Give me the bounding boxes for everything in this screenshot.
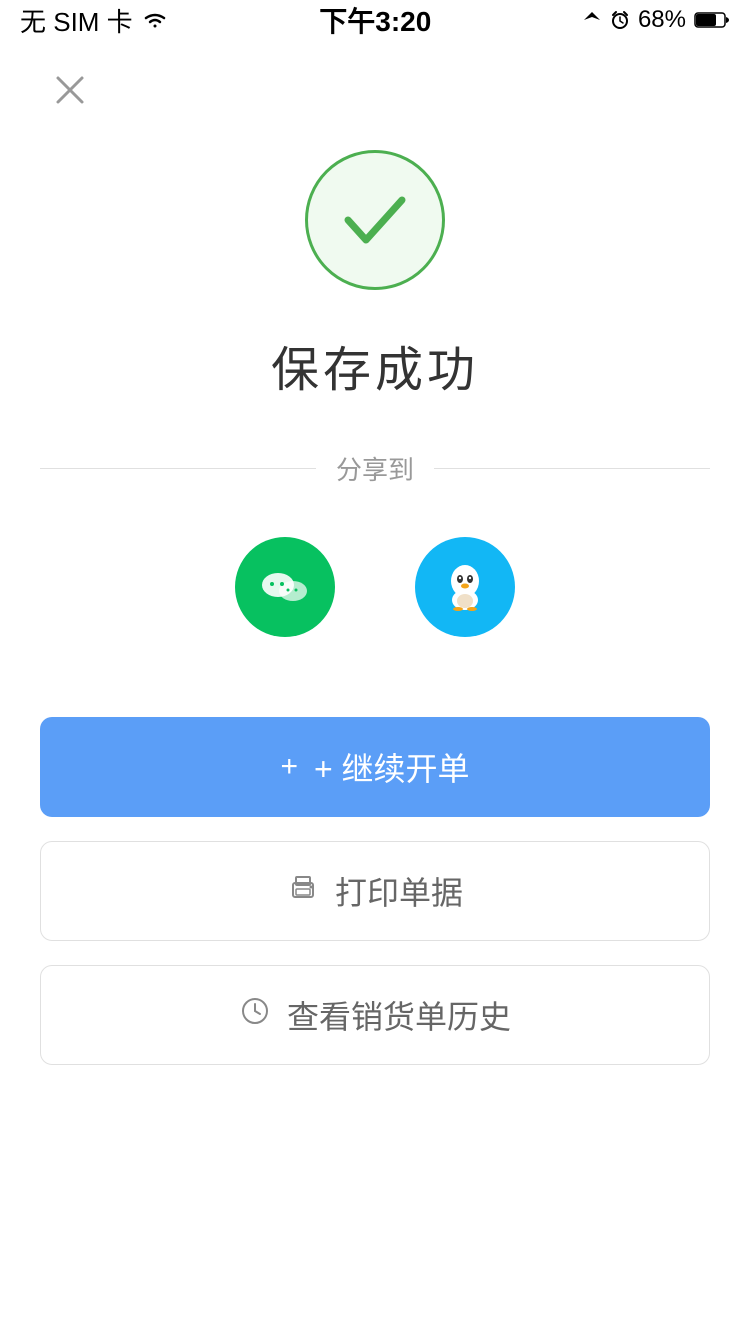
carrier-label: 无 SIM 卡 — [20, 2, 133, 39]
continue-label: + 继续开单 — [314, 744, 470, 790]
alarm-icon — [610, 10, 630, 30]
checkmark-icon — [340, 190, 410, 250]
battery-label: 68% — [638, 6, 686, 34]
action-buttons: + + 继续开单 打印单据 查看销货单历史 — [40, 717, 710, 1065]
status-right: 68% — [582, 6, 730, 34]
success-section: 保存成功 — [40, 150, 710, 400]
close-button[interactable] — [40, 60, 100, 120]
status-left: 无 SIM 卡 — [20, 2, 169, 39]
battery-icon — [694, 11, 730, 29]
history-label: 查看销货单历史 — [287, 992, 511, 1038]
history-button[interactable]: 查看销货单历史 — [40, 965, 710, 1065]
clock-icon — [239, 995, 271, 1035]
success-circle — [305, 150, 445, 290]
wifi-icon — [141, 10, 169, 30]
status-time: 下午3:20 — [319, 0, 431, 40]
close-icon — [52, 72, 88, 108]
qq-icon — [435, 557, 495, 617]
share-section — [40, 537, 710, 637]
wechat-share-button[interactable] — [235, 537, 335, 637]
wechat-icon — [255, 557, 315, 617]
print-button[interactable]: 打印单据 — [40, 841, 710, 941]
main-content: 保存成功 分享到 — [0, 40, 750, 1065]
continue-button[interactable]: + + 继续开单 — [40, 717, 710, 817]
plus-icon: + — [280, 750, 298, 784]
print-label: 打印单据 — [335, 868, 463, 914]
share-label: 分享到 — [336, 450, 414, 487]
location-icon — [582, 10, 602, 30]
divider-section: 分享到 — [40, 450, 710, 487]
success-title: 保存成功 — [271, 330, 479, 400]
print-icon — [287, 871, 319, 911]
divider-left — [40, 468, 316, 469]
divider-right — [434, 468, 710, 469]
status-bar: 无 SIM 卡 下午3:20 68% — [0, 0, 750, 40]
qq-share-button[interactable] — [415, 537, 515, 637]
